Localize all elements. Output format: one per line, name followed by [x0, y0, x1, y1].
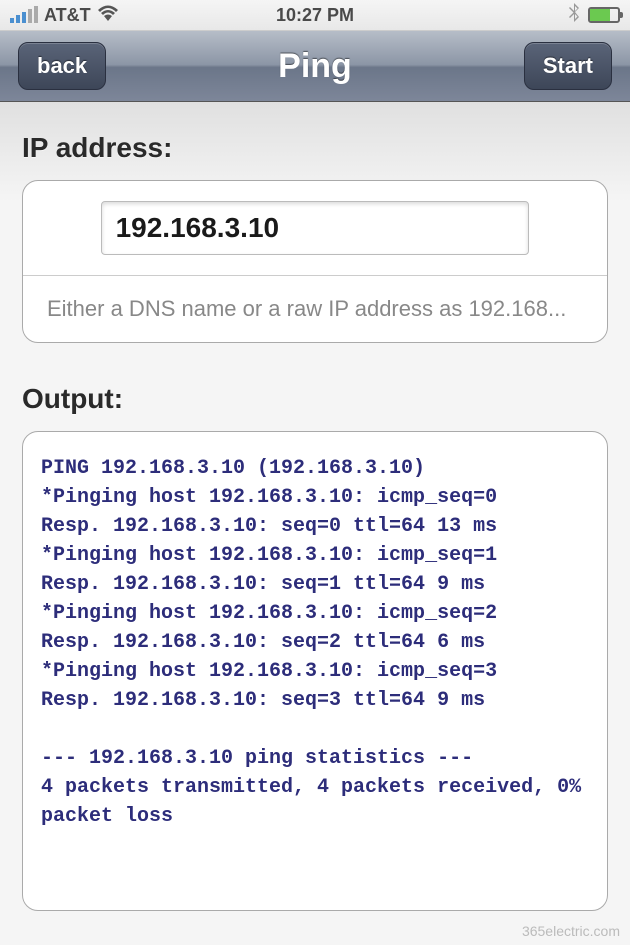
ip-address-label: IP address: — [22, 132, 608, 164]
ip-input-group: Either a DNS name or a raw IP address as… — [22, 180, 608, 343]
output-label: Output: — [22, 383, 608, 415]
ip-input-row — [23, 181, 607, 276]
battery-icon — [588, 7, 620, 23]
watermark: 365electric.com — [522, 923, 620, 939]
ip-hint-text: Either a DNS name or a raw IP address as… — [47, 296, 583, 322]
content-area: IP address: Either a DNS name or a raw I… — [0, 102, 630, 945]
output-box: PING 192.168.3.10 (192.168.3.10) *Pingin… — [22, 431, 608, 911]
signal-bars-icon — [10, 7, 38, 23]
wifi-icon — [97, 4, 119, 27]
status-left: AT&T — [10, 4, 119, 27]
nav-bar: back Ping Start — [0, 30, 630, 102]
ip-address-input[interactable] — [101, 201, 530, 255]
clock: 10:27 PM — [276, 5, 354, 26]
back-button[interactable]: back — [18, 42, 106, 90]
status-right — [568, 3, 620, 28]
page-title: Ping — [278, 47, 352, 86]
status-bar: AT&T 10:27 PM — [0, 0, 630, 30]
ip-hint-row: Either a DNS name or a raw IP address as… — [23, 276, 607, 342]
start-button[interactable]: Start — [524, 42, 612, 90]
carrier-label: AT&T — [44, 5, 91, 26]
bluetooth-icon — [568, 3, 580, 28]
